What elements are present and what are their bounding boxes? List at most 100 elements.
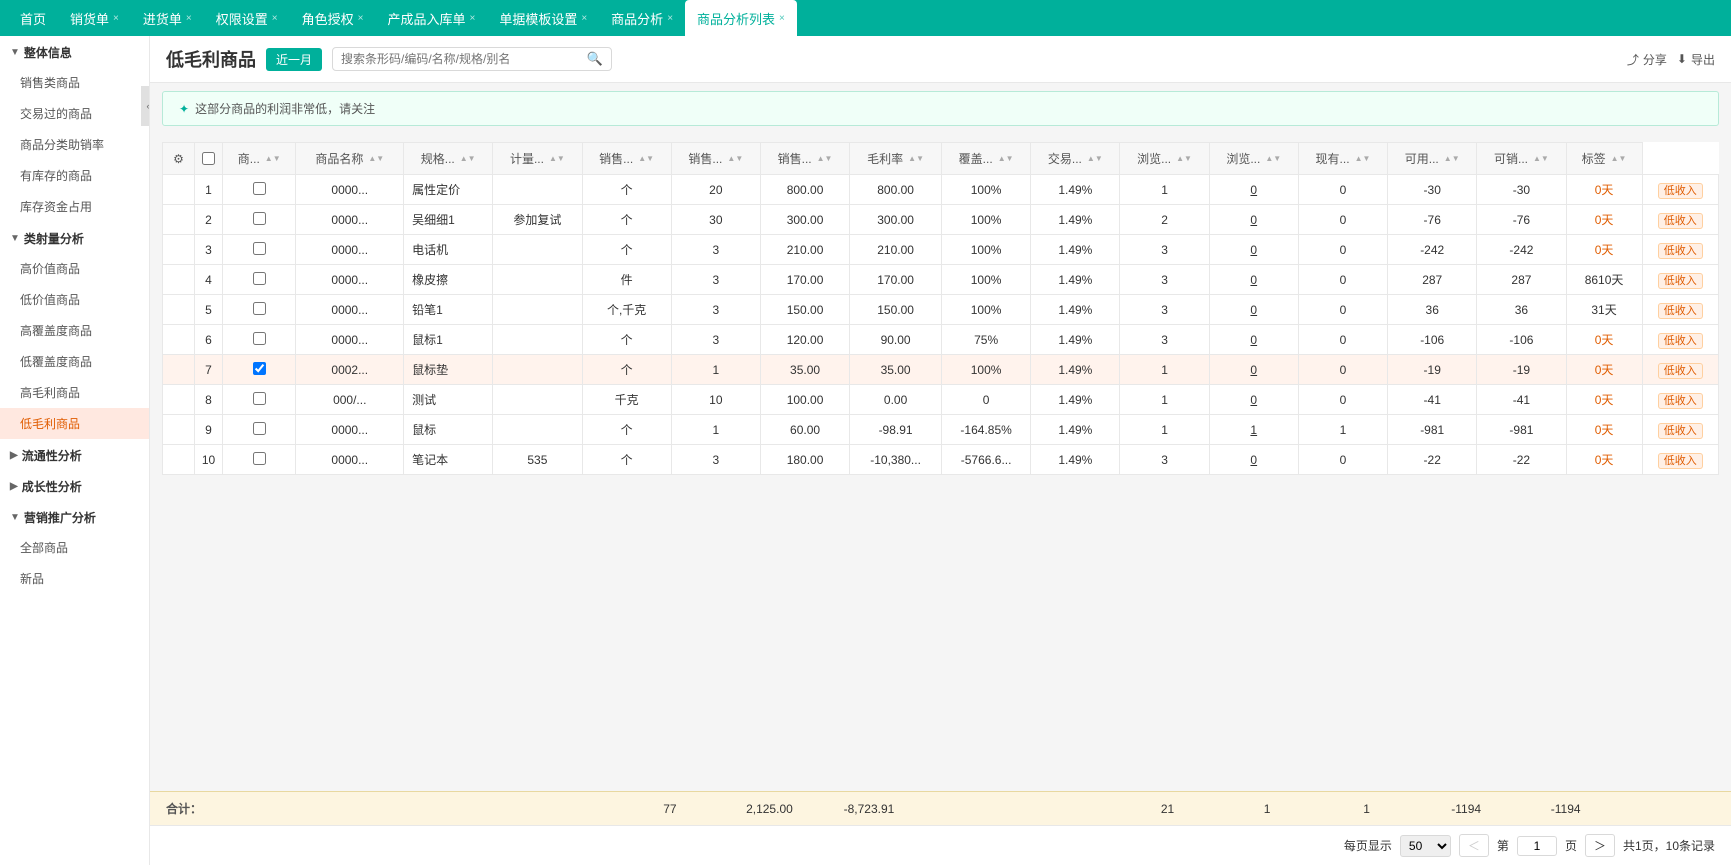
col-coverage[interactable]: 覆盖...▲▼ [942,143,1031,175]
nav-template-close[interactable]: × [581,13,587,24]
nav-role-auth[interactable]: 角色授权× [290,0,376,36]
col-unit[interactable]: 计量...▲▼ [493,143,582,175]
export-button[interactable]: ⬇ 导出 [1677,51,1715,68]
cell-browse1[interactable]: 0 [1209,205,1298,235]
cell-name[interactable]: 鼠标 [404,415,493,445]
col-sales-qty[interactable]: 销售...▲▼ [582,143,671,175]
col-sales-profit[interactable]: 销售...▲▼ [760,143,849,175]
sort-browse1[interactable]: ▲▼ [1176,155,1192,163]
sort-name[interactable]: ▲▼ [368,155,384,163]
sidebar-item-low-value[interactable]: 低价值商品 [0,284,149,315]
cell-browse1[interactable]: 0 [1209,295,1298,325]
cell-checkbox[interactable] [223,445,296,475]
nav-purchase[interactable]: 进货单× [131,0,204,36]
sort-spec[interactable]: ▲▼ [460,155,476,163]
cell-checkbox[interactable] [223,325,296,355]
col-tx[interactable]: 交易...▲▼ [1031,143,1120,175]
col-browse1[interactable]: 浏览...▲▼ [1120,143,1209,175]
sidebar-item-low-margin[interactable]: 低毛利商品 [0,408,149,439]
browse1-link[interactable]: 0 [1250,273,1257,287]
browse1-link[interactable]: 0 [1250,333,1257,347]
col-available[interactable]: 可用...▲▼ [1388,143,1477,175]
browse1-link[interactable]: 0 [1250,363,1257,377]
cell-browse1[interactable]: 0 [1209,325,1298,355]
sidebar-collapse-btn[interactable]: « [141,86,150,126]
sidebar-group-growth[interactable]: ▶成长性分析 [0,470,149,501]
row-checkbox[interactable] [253,272,266,285]
sort-tag[interactable]: ▲▼ [1611,155,1627,163]
sort-available[interactable]: ▲▼ [1444,155,1460,163]
row-checkbox[interactable] [253,422,266,435]
settings-icon[interactable]: ⚙ [173,152,184,166]
nav-sales-close[interactable]: × [113,13,119,24]
cell-name[interactable]: 电话机 [404,235,493,265]
browse1-link[interactable]: 0 [1250,183,1257,197]
sort-unit[interactable]: ▲▼ [549,155,565,163]
row-checkbox[interactable] [253,452,266,465]
nav-permissions[interactable]: 权限设置× [204,0,290,36]
nav-home[interactable]: 首页 [8,0,58,36]
sidebar-item-sales-goods[interactable]: 销售类商品 [0,67,149,98]
cell-name[interactable]: 测试 [404,385,493,415]
col-tag[interactable]: 标签▲▼ [1566,143,1642,175]
col-browse2[interactable]: 浏览...▲▼ [1209,143,1298,175]
row-checkbox[interactable] [253,302,266,315]
browse1-link[interactable]: 0 [1250,243,1257,257]
row-checkbox[interactable] [253,332,266,345]
col-settings[interactable]: ⚙ [163,143,195,175]
row-checkbox[interactable] [253,182,266,195]
sidebar-group-marketing[interactable]: ▼营销推广分析 [0,501,149,532]
sidebar-item-in-stock[interactable]: 有库存的商品 [0,160,149,191]
sort-current-stock[interactable]: ▲▼ [1355,155,1371,163]
sort-sales-profit[interactable]: ▲▼ [817,155,833,163]
cell-checkbox[interactable] [223,265,296,295]
nav-goods-list-close[interactable]: × [779,13,785,24]
cell-name[interactable]: 属性定价 [404,175,493,205]
sidebar-item-new-goods[interactable]: 新品 [0,563,149,594]
browse1-link[interactable]: 0 [1250,393,1257,407]
browse1-link[interactable]: 0 [1250,453,1257,467]
cell-checkbox[interactable] [223,295,296,325]
sidebar-item-category-rate[interactable]: 商品分类助销率 [0,129,149,160]
cell-browse1[interactable]: 0 [1209,445,1298,475]
sidebar-group-circulation[interactable]: ▶流通性分析 [0,439,149,470]
select-all-checkbox[interactable] [202,152,215,165]
nav-permissions-close[interactable]: × [272,13,278,24]
sidebar-item-high-coverage[interactable]: 高覆盖度商品 [0,315,149,346]
sort-gross-margin[interactable]: ▲▼ [908,155,924,163]
row-checkbox[interactable] [253,362,266,375]
col-name[interactable]: 商品名称▲▼ [296,143,404,175]
sort-saleable[interactable]: ▲▼ [1533,155,1549,163]
cell-browse1[interactable]: 0 [1209,265,1298,295]
sidebar-item-high-margin[interactable]: 高毛利商品 [0,377,149,408]
cell-checkbox[interactable] [223,205,296,235]
cell-browse1[interactable]: 0 [1209,385,1298,415]
cell-checkbox[interactable] [223,385,296,415]
cell-checkbox[interactable] [223,235,296,265]
cell-name[interactable]: 鼠标垫 [404,355,493,385]
nav-role-close[interactable]: × [358,13,364,24]
cell-checkbox[interactable] [223,415,296,445]
prev-page-button[interactable]: ＜ [1459,834,1489,857]
row-checkbox[interactable] [253,392,266,405]
search-input[interactable] [341,52,587,66]
page-input[interactable] [1517,836,1557,856]
sort-code[interactable]: ▲▼ [265,155,281,163]
browse1-link[interactable]: 1 [1250,423,1257,437]
sidebar-item-all-goods[interactable]: 全部商品 [0,532,149,563]
cell-name[interactable]: 铅笔1 [404,295,493,325]
nav-goods-analysis[interactable]: 商品分析× [599,0,685,36]
next-page-button[interactable]: ＞ [1585,834,1615,857]
nav-goods-analysis-list[interactable]: 商品分析列表× [685,0,797,36]
cell-checkbox[interactable] [223,355,296,385]
nav-product-close[interactable]: × [469,13,475,24]
sort-sales-qty[interactable]: ▲▼ [638,155,654,163]
search-icon[interactable]: 🔍 [587,51,603,67]
period-button[interactable]: 近一月 [266,48,322,71]
nav-purchase-close[interactable]: × [186,13,192,24]
sidebar-item-low-coverage[interactable]: 低覆盖度商品 [0,346,149,377]
cell-name[interactable]: 橡皮擦 [404,265,493,295]
nav-product-entry[interactable]: 产成品入库单× [375,0,487,36]
per-page-select[interactable]: 50 20 100 [1400,835,1451,857]
sort-browse2[interactable]: ▲▼ [1265,155,1281,163]
